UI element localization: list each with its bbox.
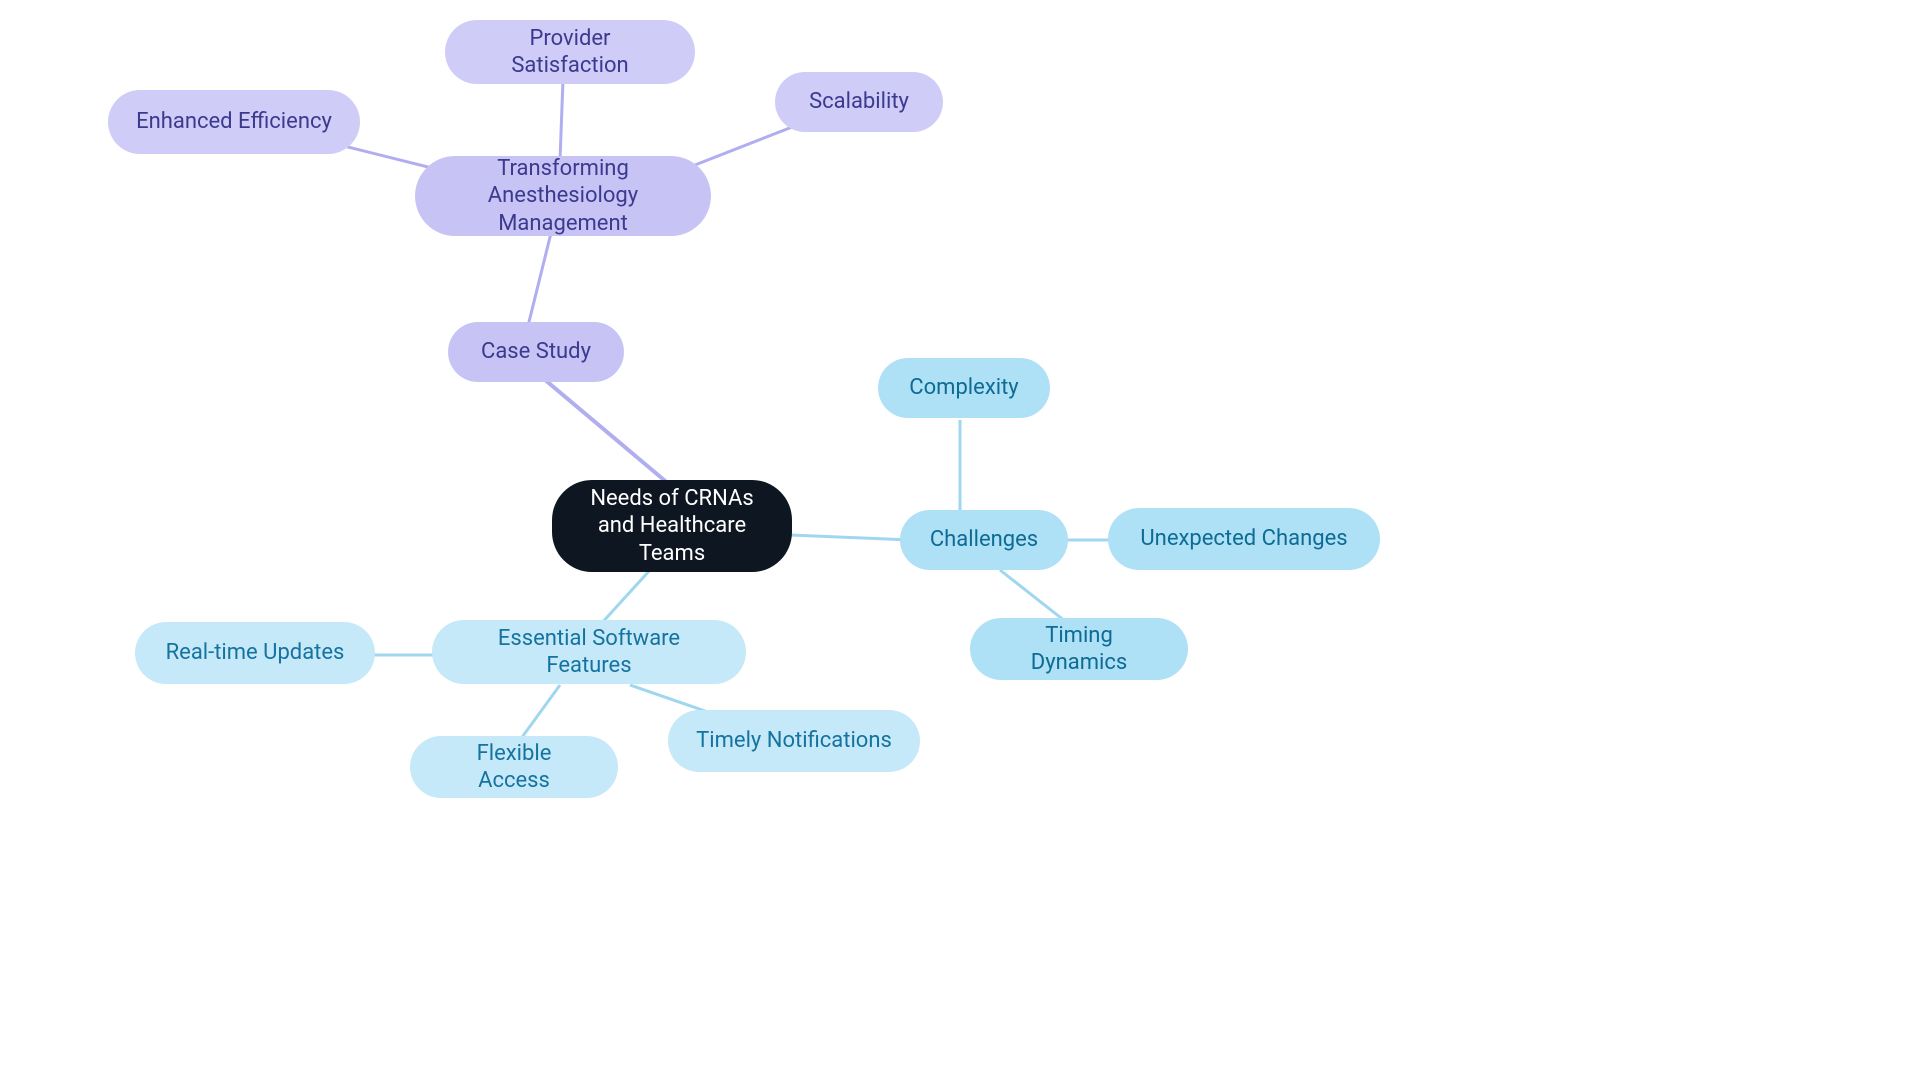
- node-label: Transforming Anesthesiology Management: [443, 155, 683, 238]
- node-flexible-access[interactable]: Flexible Access: [410, 736, 618, 798]
- edge: [520, 685, 560, 740]
- node-label: Complexity: [909, 374, 1018, 402]
- node-label: Timely Notifications: [696, 727, 892, 755]
- edge: [600, 570, 650, 625]
- node-transforming[interactable]: Transforming Anesthesiology Management: [415, 156, 711, 236]
- node-unexpected-changes[interactable]: Unexpected Changes: [1108, 508, 1380, 570]
- node-label: Provider Satisfaction: [473, 25, 667, 80]
- node-timing-dynamics[interactable]: Timing Dynamics: [970, 618, 1188, 680]
- edge: [560, 80, 563, 160]
- mindmap-canvas: Needs of CRNAs and Healthcare Teams Case…: [0, 0, 1920, 1083]
- node-label: Scalability: [809, 88, 909, 116]
- node-label: Needs of CRNAs and Healthcare Teams: [580, 485, 764, 568]
- node-complexity[interactable]: Complexity: [878, 358, 1050, 418]
- node-realtime-updates[interactable]: Real-time Updates: [135, 622, 375, 684]
- node-label: Challenges: [930, 526, 1038, 554]
- node-label: Flexible Access: [438, 740, 590, 795]
- edge: [1000, 570, 1070, 625]
- node-label: Real-time Updates: [166, 639, 345, 667]
- node-enhanced-efficiency[interactable]: Enhanced Efficiency: [108, 90, 360, 154]
- node-label: Timing Dynamics: [998, 622, 1160, 677]
- node-label: Essential Software Features: [460, 625, 718, 680]
- node-provider-satisfaction[interactable]: Provider Satisfaction: [445, 20, 695, 84]
- node-timely-notifications[interactable]: Timely Notifications: [668, 710, 920, 772]
- node-essential-features[interactable]: Essential Software Features: [432, 620, 746, 684]
- node-challenges[interactable]: Challenges: [900, 510, 1068, 570]
- node-root[interactable]: Needs of CRNAs and Healthcare Teams: [552, 480, 792, 572]
- node-scalability[interactable]: Scalability: [775, 72, 943, 132]
- edge: [790, 535, 910, 540]
- node-label: Case Study: [481, 338, 591, 366]
- node-case-study[interactable]: Case Study: [448, 322, 624, 382]
- node-label: Unexpected Changes: [1140, 525, 1347, 553]
- node-label: Enhanced Efficiency: [136, 108, 332, 136]
